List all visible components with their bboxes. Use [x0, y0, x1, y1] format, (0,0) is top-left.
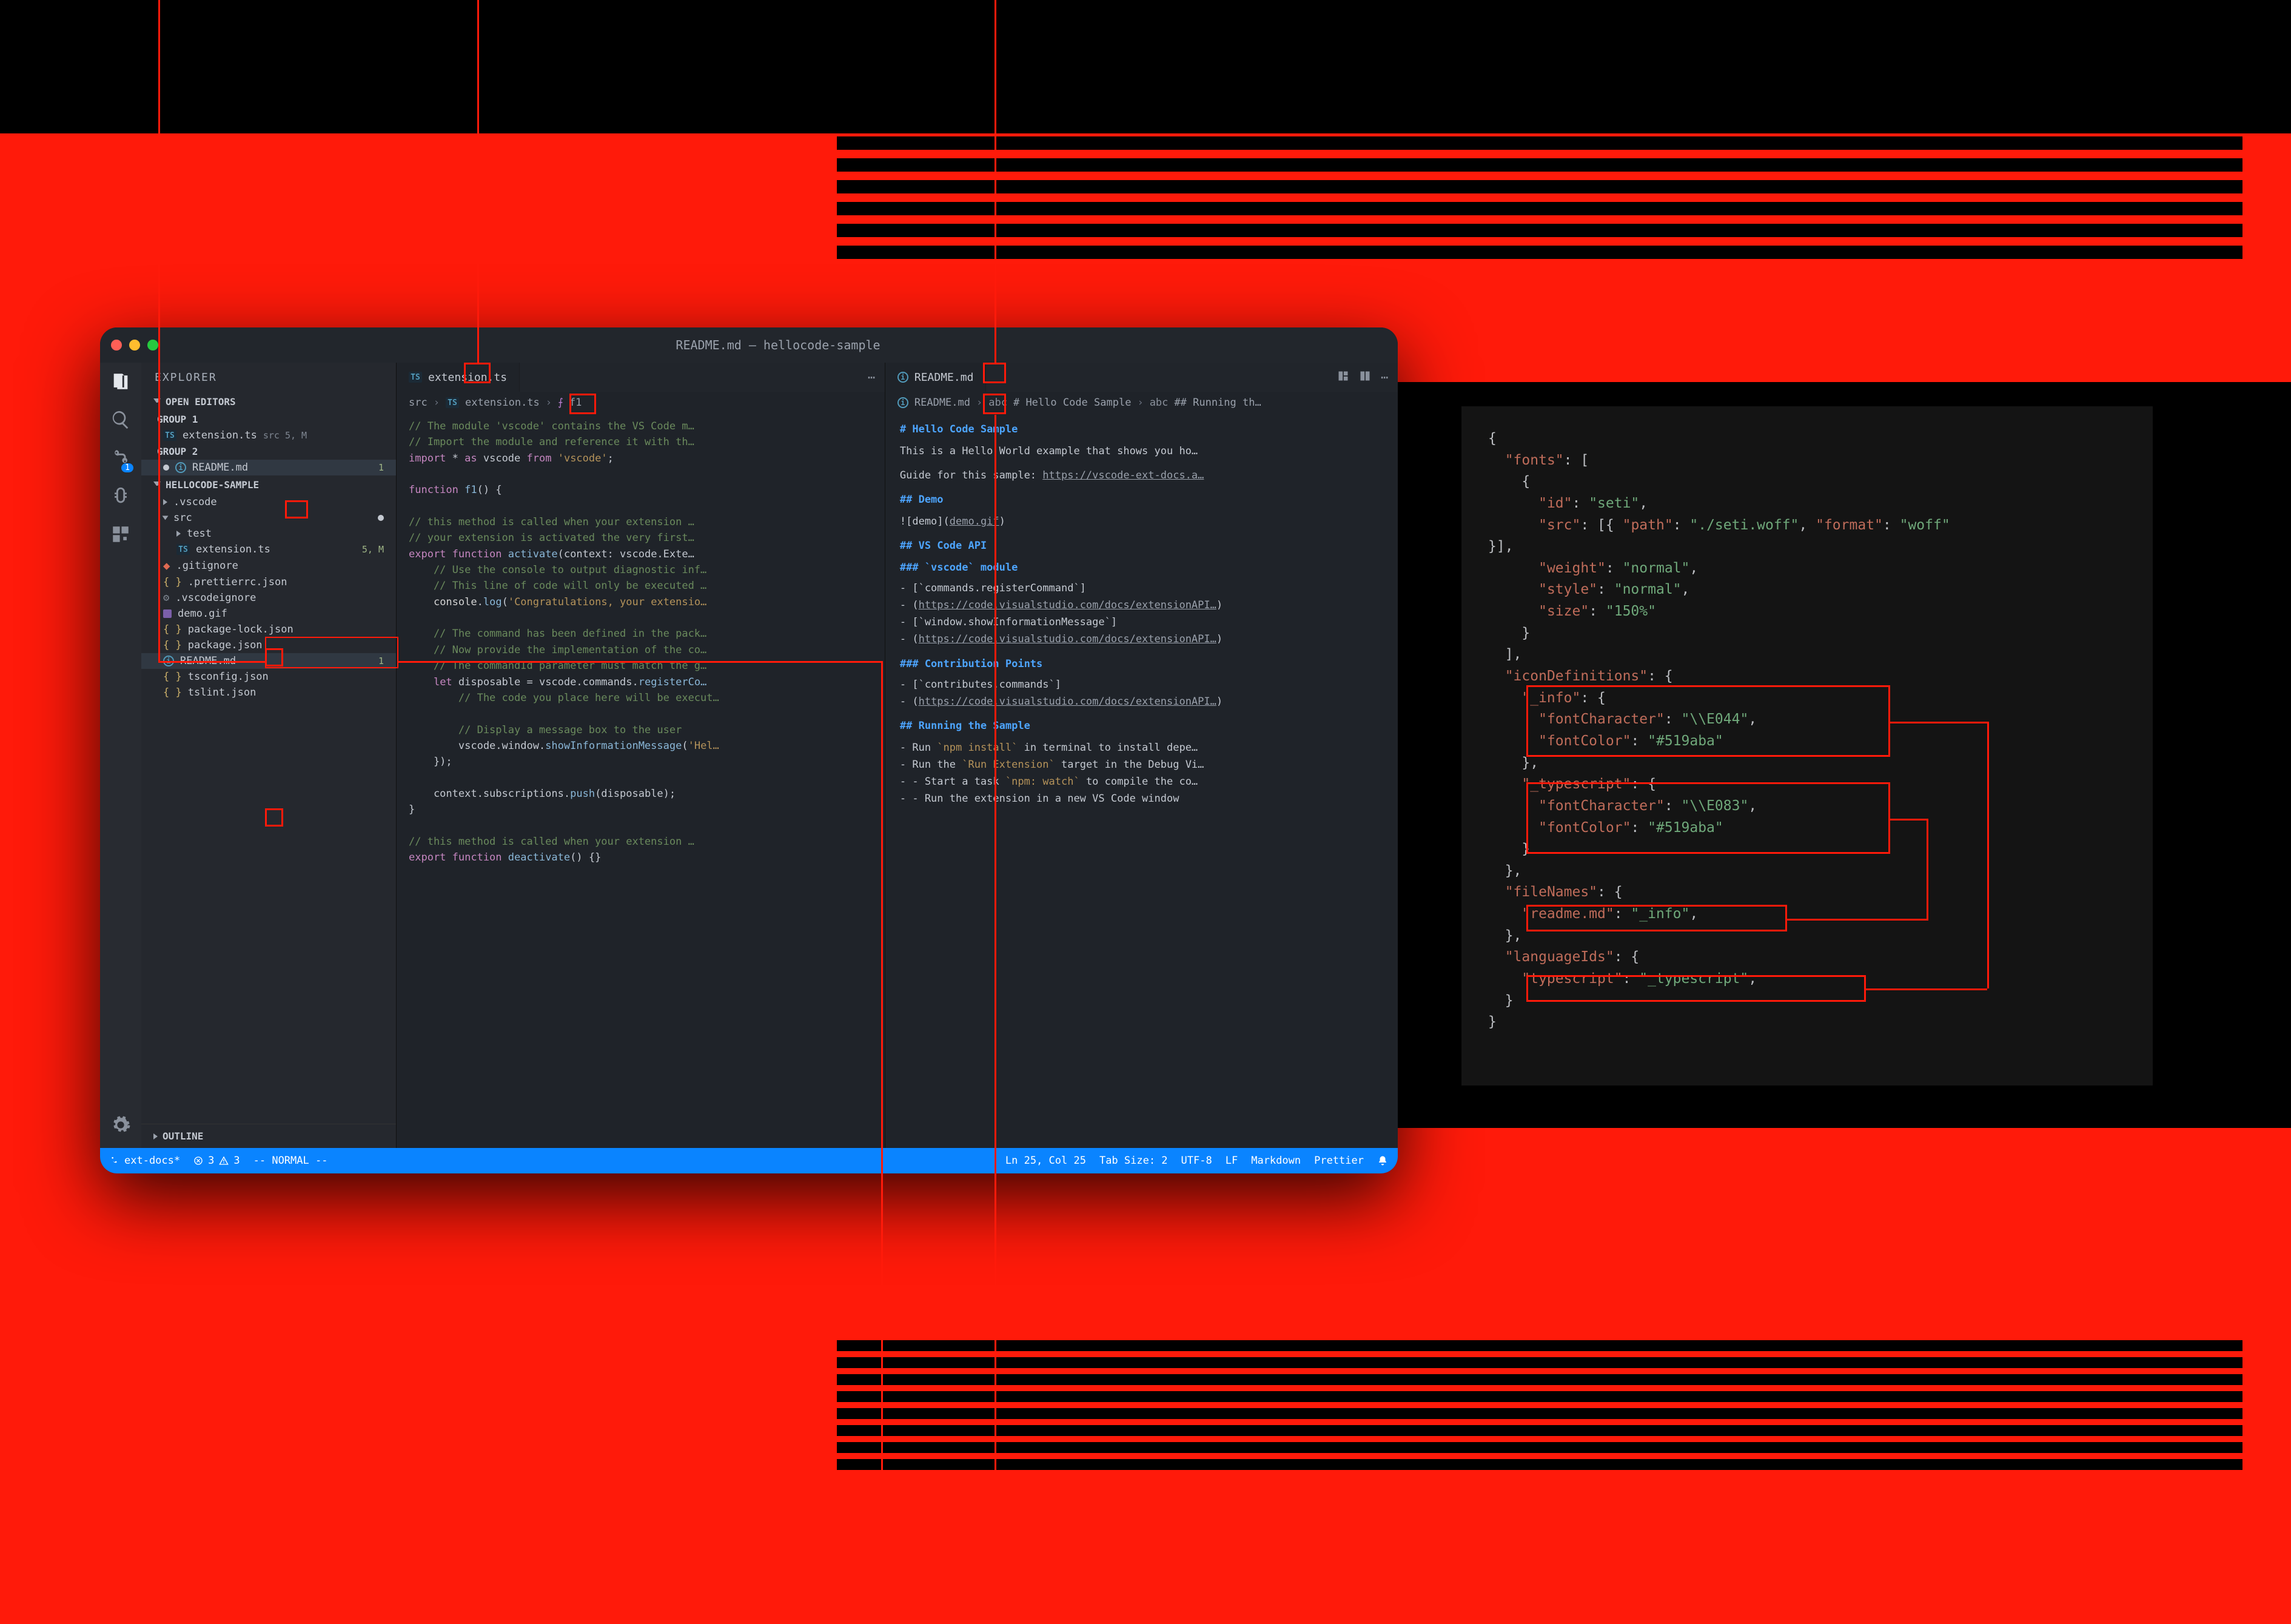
- explorer-title: EXPLORER: [141, 363, 396, 392]
- activity-scm-icon[interactable]: [110, 448, 131, 470]
- explorer-sidebar: EXPLORER OPEN EDITORS GROUP 1 TS extensi…: [141, 363, 396, 1148]
- chevron-icon: [163, 516, 169, 520]
- activity-debug-icon[interactable]: [110, 486, 131, 508]
- outline-section[interactable]: OUTLINE: [141, 1124, 396, 1148]
- editor-tab-readme[interactable]: i README.md: [885, 363, 987, 392]
- open-preview-icon[interactable]: [1337, 370, 1349, 385]
- info-icon: i: [897, 372, 908, 383]
- symbol-icon: ⨍: [558, 397, 563, 409]
- editor-group-2: i README.md ⋯ i README.md› abc # Hello C…: [885, 363, 1398, 1148]
- info-icon: i: [175, 462, 186, 473]
- file-tree-item[interactable]: { }package-lock.json: [141, 622, 396, 637]
- titlebar: README.md — hellocode-sample: [100, 327, 1398, 363]
- file-tree-item[interactable]: { }tslint.json: [141, 685, 396, 700]
- dirty-dot-icon: [163, 465, 169, 471]
- json-snippet-panel: { "fonts": [ { "id": "seti", "src": [{ "…: [1461, 406, 2153, 1085]
- project-section[interactable]: HELLOCODE-SAMPLE: [141, 475, 396, 494]
- ts-icon: TS: [163, 430, 176, 441]
- open-editor-item[interactable]: TS extension.ts src 5, M: [141, 428, 396, 443]
- tab-more-icon[interactable]: ⋯: [1381, 370, 1388, 384]
- editor-group-1-label: GROUP 1: [141, 411, 396, 428]
- window-close-button[interactable]: [111, 340, 122, 351]
- status-bar: ext-docs* 3 3 -- NORMAL -- Ln 25, Col 25…: [100, 1148, 1398, 1173]
- status-encoding[interactable]: UTF-8: [1181, 1155, 1212, 1167]
- activity-settings-icon[interactable]: [110, 1115, 131, 1137]
- window-minimize-button[interactable]: [129, 340, 140, 351]
- file-tree-item[interactable]: iREADME.md1: [141, 653, 396, 669]
- activity-extensions-icon[interactable]: [110, 524, 131, 546]
- status-notifications-icon[interactable]: [1377, 1155, 1388, 1166]
- ts-icon: TS: [409, 372, 422, 383]
- json-icon: { }: [163, 639, 182, 651]
- markdown-editor[interactable]: # Hello Code SampleThis is a Hello World…: [885, 414, 1398, 1148]
- info-icon: i: [163, 656, 174, 666]
- image-icon: [163, 609, 172, 618]
- editor-tabs: i README.md ⋯: [885, 363, 1398, 392]
- decor-bars-bottom: [837, 1340, 2242, 1476]
- editor-group-1: TS extension.ts ⋯ src› TS extension.ts› …: [396, 363, 885, 1148]
- chevron-icon: [163, 499, 167, 505]
- decor-bars-top: [837, 136, 2242, 267]
- status-cursor-position[interactable]: Ln 25, Col 25: [1005, 1155, 1086, 1167]
- open-editors-section[interactable]: OPEN EDITORS: [141, 392, 396, 411]
- json-icon: { }: [163, 671, 182, 683]
- modified-dot-icon: [378, 515, 384, 521]
- file-tree-item[interactable]: .vscode: [141, 494, 396, 510]
- status-formatter[interactable]: Prettier: [1314, 1155, 1364, 1167]
- status-tab-size[interactable]: Tab Size: 2: [1099, 1155, 1168, 1167]
- json-icon: { }: [163, 576, 182, 588]
- code-editor[interactable]: // The module 'vscode' contains the VS C…: [397, 414, 885, 1148]
- git-icon: ◆: [163, 559, 170, 572]
- chevron-icon: [176, 531, 181, 537]
- activity-search-icon[interactable]: [110, 409, 131, 432]
- file-tree-item[interactable]: { }package.json: [141, 637, 396, 653]
- status-problems[interactable]: 3 3: [193, 1155, 240, 1167]
- status-branch[interactable]: ext-docs*: [110, 1155, 180, 1167]
- file-tree-item[interactable]: ⚙.vscodeignore: [141, 590, 396, 606]
- file-tree-item[interactable]: { }.prettierrc.json: [141, 574, 396, 590]
- file-tree-item[interactable]: demo.gif: [141, 606, 396, 622]
- json-icon: { }: [163, 686, 182, 699]
- status-vim-mode: -- NORMAL --: [253, 1155, 328, 1167]
- vscode-window: README.md — hellocode-sample EXPLORER OP…: [100, 327, 1398, 1173]
- open-editor-item[interactable]: i README.md 1: [141, 460, 396, 475]
- window-maximize-button[interactable]: [147, 340, 158, 351]
- activity-explorer-icon[interactable]: [110, 371, 131, 394]
- file-tree-item[interactable]: TSextension.ts5, M: [141, 542, 396, 557]
- editor-group-2-label: GROUP 2: [141, 443, 396, 460]
- gear-icon: ⚙: [163, 592, 169, 604]
- status-language[interactable]: Markdown: [1251, 1155, 1301, 1167]
- split-editor-icon[interactable]: [1359, 370, 1371, 385]
- editor-tabs: TS extension.ts ⋯: [397, 363, 885, 392]
- file-tree-item[interactable]: ◆.gitignore: [141, 557, 396, 574]
- file-tree-item[interactable]: { }tsconfig.json: [141, 669, 396, 685]
- file-tree-item[interactable]: test: [141, 526, 396, 542]
- status-eol[interactable]: LF: [1226, 1155, 1238, 1167]
- breadcrumbs[interactable]: src› TS extension.ts› ⨍ f1: [397, 392, 885, 414]
- window-title: README.md — hellocode-sample: [169, 338, 1387, 352]
- activity-bar: [100, 363, 141, 1148]
- json-icon: { }: [163, 623, 182, 636]
- tab-more-icon[interactable]: ⋯: [868, 370, 875, 384]
- ts-icon: TS: [176, 544, 190, 555]
- file-tree-item[interactable]: src: [141, 510, 396, 526]
- info-icon: i: [897, 397, 908, 408]
- editor-tab-extension[interactable]: TS extension.ts: [397, 363, 520, 392]
- breadcrumbs[interactable]: i README.md› abc # Hello Code Sample› ab…: [885, 392, 1398, 414]
- ts-icon: TS: [446, 397, 459, 408]
